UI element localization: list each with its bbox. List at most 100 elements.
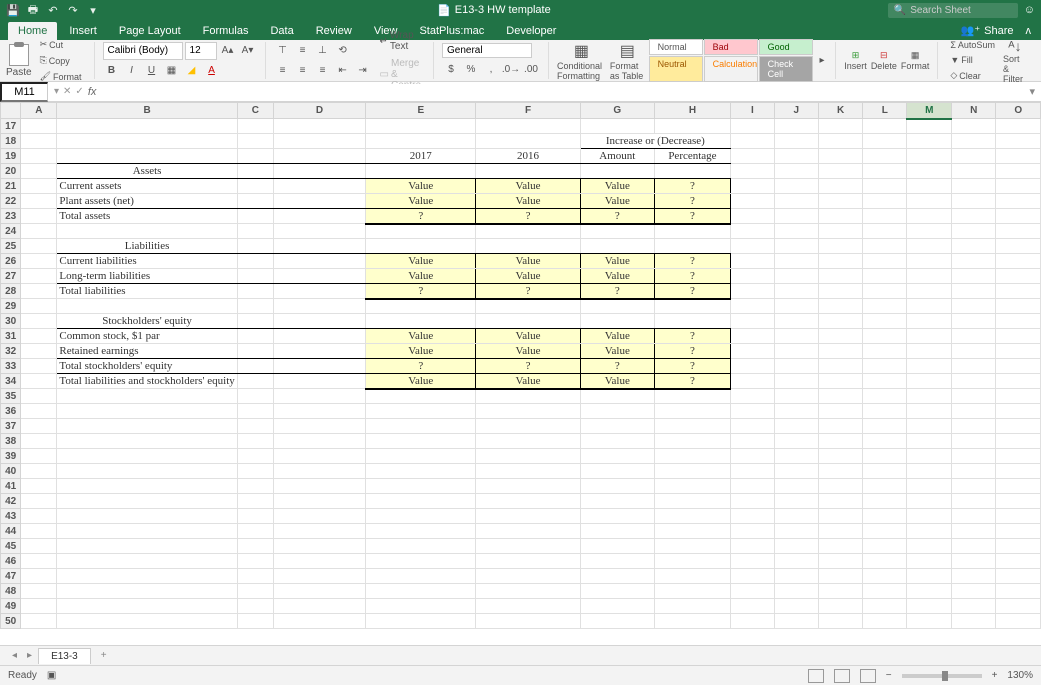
cell-C31[interactable] xyxy=(237,329,273,344)
cell-F25[interactable] xyxy=(476,239,580,254)
row-header-24[interactable]: 24 xyxy=(1,224,21,239)
cell-I39[interactable] xyxy=(730,449,774,464)
cell-I48[interactable] xyxy=(730,584,774,599)
cell-D50[interactable] xyxy=(273,614,365,629)
cell-E23[interactable]: ? xyxy=(366,209,476,224)
cell-G32[interactable]: Value xyxy=(580,344,654,359)
cell-M47[interactable] xyxy=(907,569,952,584)
cell-C45[interactable] xyxy=(237,539,273,554)
cell-B35[interactable] xyxy=(57,389,237,404)
cell-F28[interactable]: ? xyxy=(476,284,580,299)
col-header-J[interactable]: J xyxy=(774,103,818,119)
col-header-L[interactable]: L xyxy=(863,103,907,119)
cell-D42[interactable] xyxy=(273,494,365,509)
cell-I22[interactable] xyxy=(730,194,774,209)
cell-J43[interactable] xyxy=(774,509,818,524)
cell-M21[interactable] xyxy=(907,179,952,194)
cell-D23[interactable] xyxy=(273,209,365,224)
cell-L48[interactable] xyxy=(863,584,907,599)
cell-H32[interactable]: ? xyxy=(654,344,730,359)
cell-D22[interactable] xyxy=(273,194,365,209)
cell-J46[interactable] xyxy=(774,554,818,569)
worksheet-grid[interactable]: ABCDEFGHIJKLMNO1718Increase or (Decrease… xyxy=(0,102,1041,645)
cell-G44[interactable] xyxy=(580,524,654,539)
cell-N46[interactable] xyxy=(952,554,996,569)
cell-F18[interactable] xyxy=(476,134,580,149)
cell-L44[interactable] xyxy=(863,524,907,539)
smiley-icon[interactable]: ☺ xyxy=(1024,4,1035,16)
cell-B39[interactable] xyxy=(57,449,237,464)
cell-H29[interactable] xyxy=(654,299,730,314)
cell-G20[interactable] xyxy=(580,164,654,179)
row-header-47[interactable]: 47 xyxy=(1,569,21,584)
cell-O32[interactable] xyxy=(996,344,1041,359)
row-header-45[interactable]: 45 xyxy=(1,539,21,554)
cell-A17[interactable] xyxy=(21,119,57,134)
cell-O39[interactable] xyxy=(996,449,1041,464)
cell-N41[interactable] xyxy=(952,479,996,494)
cell-B41[interactable] xyxy=(57,479,237,494)
qat-more-icon[interactable]: ▾ xyxy=(86,3,100,17)
percent-icon[interactable]: % xyxy=(462,60,480,78)
cell-A37[interactable] xyxy=(21,419,57,434)
cell-C47[interactable] xyxy=(237,569,273,584)
cell-O40[interactable] xyxy=(996,464,1041,479)
cell-E20[interactable] xyxy=(366,164,476,179)
cell-J40[interactable] xyxy=(774,464,818,479)
cell-N22[interactable] xyxy=(952,194,996,209)
cell-E31[interactable]: Value xyxy=(366,329,476,344)
row-header-28[interactable]: 28 xyxy=(1,284,21,299)
cell-O35[interactable] xyxy=(996,389,1041,404)
cell-D49[interactable] xyxy=(273,599,365,614)
cell-M36[interactable] xyxy=(907,404,952,419)
zoom-out-icon[interactable]: − xyxy=(886,670,892,681)
cell-B33[interactable]: Total stockholders' equity xyxy=(57,359,237,374)
decrease-decimal-icon[interactable]: .00 xyxy=(522,60,540,78)
cell-H30[interactable] xyxy=(654,314,730,329)
cell-L31[interactable] xyxy=(863,329,907,344)
cell-B25[interactable]: Liabilities xyxy=(57,239,237,254)
cell-A22[interactable] xyxy=(21,194,57,209)
cell-L33[interactable] xyxy=(863,359,907,374)
cell-A29[interactable] xyxy=(21,299,57,314)
cell-M46[interactable] xyxy=(907,554,952,569)
cell-J18[interactable] xyxy=(774,134,818,149)
cell-J41[interactable] xyxy=(774,479,818,494)
cell-J34[interactable] xyxy=(774,374,818,389)
cell-K44[interactable] xyxy=(818,524,862,539)
cell-C27[interactable] xyxy=(237,269,273,284)
cell-J49[interactable] xyxy=(774,599,818,614)
wrap-text-button[interactable]: ↵Wrap Text xyxy=(376,28,425,54)
row-header-46[interactable]: 46 xyxy=(1,554,21,569)
cell-C40[interactable] xyxy=(237,464,273,479)
cell-K43[interactable] xyxy=(818,509,862,524)
row-header-26[interactable]: 26 xyxy=(1,254,21,269)
cell-H39[interactable] xyxy=(654,449,730,464)
cell-O22[interactable] xyxy=(996,194,1041,209)
row-header-17[interactable]: 17 xyxy=(1,119,21,134)
cell-B31[interactable]: Common stock, $1 par xyxy=(57,329,237,344)
cell-G29[interactable] xyxy=(580,299,654,314)
cell-K25[interactable] xyxy=(818,239,862,254)
cell-B46[interactable] xyxy=(57,554,237,569)
format-cells-button[interactable]: ▦Format xyxy=(901,50,930,71)
cell-C19[interactable] xyxy=(237,149,273,164)
cell-I42[interactable] xyxy=(730,494,774,509)
normal-view-icon[interactable] xyxy=(808,669,824,683)
cell-G21[interactable]: Value xyxy=(580,179,654,194)
cell-M30[interactable] xyxy=(907,314,952,329)
cell-O20[interactable] xyxy=(996,164,1041,179)
cell-K49[interactable] xyxy=(818,599,862,614)
cell-D20[interactable] xyxy=(273,164,365,179)
cell-D41[interactable] xyxy=(273,479,365,494)
cancel-formula-icon[interactable]: ✕ xyxy=(63,86,71,97)
cell-M28[interactable] xyxy=(907,284,952,299)
cell-F30[interactable] xyxy=(476,314,580,329)
cell-L28[interactable] xyxy=(863,284,907,299)
cell-B29[interactable] xyxy=(57,299,237,314)
cell-B38[interactable] xyxy=(57,434,237,449)
row-header-25[interactable]: 25 xyxy=(1,239,21,254)
cell-D46[interactable] xyxy=(273,554,365,569)
cell-N49[interactable] xyxy=(952,599,996,614)
row-header-43[interactable]: 43 xyxy=(1,509,21,524)
